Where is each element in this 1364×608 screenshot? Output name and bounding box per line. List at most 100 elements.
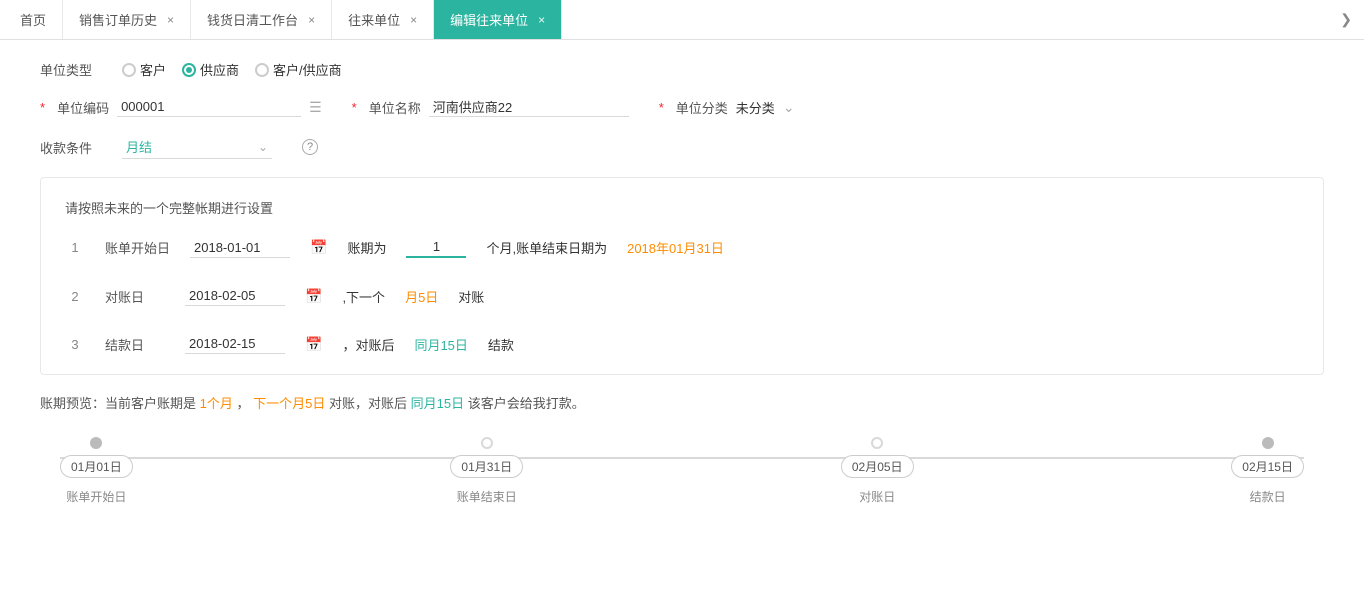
row2-highlight: 月5日 [405,287,438,306]
tab-bar: 首页 销售订单历史 × 钱货日清工作台 × 往来单位 × 编辑往来单位 × ❯ [0,0,1364,40]
row1-label: 账单开始日 [105,238,170,257]
radio-both-label: 客户/供应商 [273,60,342,79]
row3-date-input[interactable] [185,334,285,354]
radio-customer-label: 客户 [140,60,166,79]
payment-row: 收款条件 月结 ⌄ ? [40,135,1324,159]
unit-name-label: 单位名称 [369,98,421,117]
radio-customer[interactable]: 客户 [122,60,166,79]
timeline-points: 01月01日 账单开始日 01月31日 账单结束日 02月05日 对账日 02月… [60,437,1304,505]
preview-text1: ， [237,396,250,411]
unit-details-row: * 单位编码 ☰ * 单位名称 * 单位分类 未分类 ⌄ [40,97,1324,117]
unit-code-group: * 单位编码 ☰ [40,97,322,117]
timeline-point-2: 02月05日 对账日 [841,437,914,505]
row3-desc-prefix: ，对账后 [342,335,394,354]
row-reconcile: 2 对账日 📅 ,下一个 月5日 对账 [65,286,1299,306]
payment-value: 月结 [126,137,152,156]
payment-label: 收款条件 [40,138,92,157]
row3-desc-suffix: 结款 [488,335,514,354]
tab-cash-work[interactable]: 钱货日清工作台 × [191,0,332,39]
unit-name-required: * [352,100,357,115]
payment-dropdown[interactable]: 月结 ⌄ [122,135,272,159]
row3-num: 3 [65,337,85,352]
unit-code-label: 单位编码 [57,98,109,117]
copy-icon[interactable]: ☰ [309,99,322,116]
row2-desc-prefix: ,下一个 [342,287,385,306]
preview-text: 账期预览：当前客户账期是 1个月 ， 下一个月5日 对账，对账后 同月15日 该… [40,391,1324,417]
tab-cash-label: 钱货日清工作台 [207,10,298,29]
tl-badge-0: 01月01日 [60,455,133,478]
unit-name-group: * 单位名称 [352,97,629,117]
tab-cash-close-icon[interactable]: × [308,13,315,27]
radio-supplier[interactable]: 供应商 [182,60,239,79]
chevron-right-icon: ❯ [1340,11,1352,28]
tl-label-2: 对账日 [859,488,895,505]
tl-dot-3 [1262,437,1274,449]
tab-sales-order-history[interactable]: 销售订单历史 × [63,0,191,39]
settings-rows: 1 账单开始日 📅 账期为 个月,账单结束日期为 2018年01月31日 2 对… [65,237,1299,354]
tl-dot-2 [871,437,883,449]
preview-part3: 同月15日 [411,396,464,411]
row2-date-input[interactable] [185,286,285,306]
period-input[interactable] [406,237,466,258]
row1-end-date: 2018年01月31日 [627,238,724,257]
tl-dot-0 [90,437,102,449]
row-billing-start: 1 账单开始日 📅 账期为 个月,账单结束日期为 2018年01月31日 [65,237,1299,258]
preview-label: 账期预览：当前客户账期是 [40,396,196,411]
row2-num: 2 [65,289,85,304]
radio-supplier-circle [182,63,196,77]
tab-partners-label: 往来单位 [348,10,400,29]
row2-label: 对账日 [105,287,165,306]
radio-both[interactable]: 客户/供应商 [255,60,342,79]
tab-more-arrow[interactable]: ❯ [1328,0,1364,39]
tab-home[interactable]: 首页 [0,0,63,39]
radio-supplier-dot [186,67,192,73]
tab-partners[interactable]: 往来单位 × [332,0,434,39]
radio-customer-circle [122,63,136,77]
timeline-point-1: 01月31日 账单结束日 [450,437,523,505]
tl-label-0: 账单开始日 [66,488,126,505]
tab-sales-label: 销售订单历史 [79,10,157,29]
unit-class-arrow-icon[interactable]: ⌄ [783,99,795,116]
timeline-point-3: 02月15日 结款日 [1231,437,1304,505]
unit-name-input[interactable] [429,97,629,117]
unit-class-label: 单位分类 [676,98,728,117]
preview-text2: 对账，对账后 [329,396,411,411]
payment-dropdown-arrow-icon: ⌄ [258,140,268,154]
row3-calendar-icon[interactable]: 📅 [305,336,322,353]
row2-desc-suffix: 对账 [458,287,484,306]
tab-edit-partners[interactable]: 编辑往来单位 × [434,0,562,39]
unit-code-required: * [40,100,45,115]
tab-edit-label: 编辑往来单位 [450,10,528,29]
radio-both-circle [255,63,269,77]
preview-part2: 下一个月5日 [253,396,325,411]
row3-label: 结款日 [105,335,165,354]
tl-dot-1 [481,437,493,449]
help-question-mark: ? [307,141,313,153]
row1-desc-prefix: 账期为 [347,238,386,257]
tab-partners-close-icon[interactable]: × [410,13,417,27]
tl-badge-2: 02月05日 [841,455,914,478]
tl-badge-3: 02月15日 [1231,455,1304,478]
section-title: 请按照未来的一个完整帐期进行设置 [65,198,1299,217]
row1-calendar-icon[interactable]: 📅 [310,239,327,256]
tl-badge-1: 01月31日 [450,455,523,478]
tab-sales-close-icon[interactable]: × [167,13,174,27]
row2-calendar-icon[interactable]: 📅 [305,288,322,305]
unit-class-group: * 单位分类 未分类 ⌄ [659,98,795,117]
unit-class-value: 未分类 [736,98,775,117]
radio-supplier-label: 供应商 [200,60,239,79]
row1-date-input[interactable] [190,238,290,258]
tab-edit-close-icon[interactable]: × [538,13,545,27]
payment-help-icon[interactable]: ? [302,139,318,155]
tl-label-3: 结款日 [1250,488,1286,505]
row1-desc-suffix: 个月,账单结束日期为 [486,238,607,257]
row1-num: 1 [65,240,85,255]
row3-highlight: 同月15日 [414,335,467,354]
preview-text3: 该客户会给我打款。 [468,396,585,411]
unit-class-required: * [659,100,664,115]
unit-type-row: 单位类型 客户 供应商 客户/供应商 [40,60,1324,79]
tab-home-label: 首页 [20,10,46,29]
unit-code-input[interactable] [117,97,301,117]
unit-type-radio-group: 客户 供应商 客户/供应商 [122,60,342,79]
settings-section: 请按照未来的一个完整帐期进行设置 1 账单开始日 📅 账期为 个月,账单结束日期… [40,177,1324,375]
